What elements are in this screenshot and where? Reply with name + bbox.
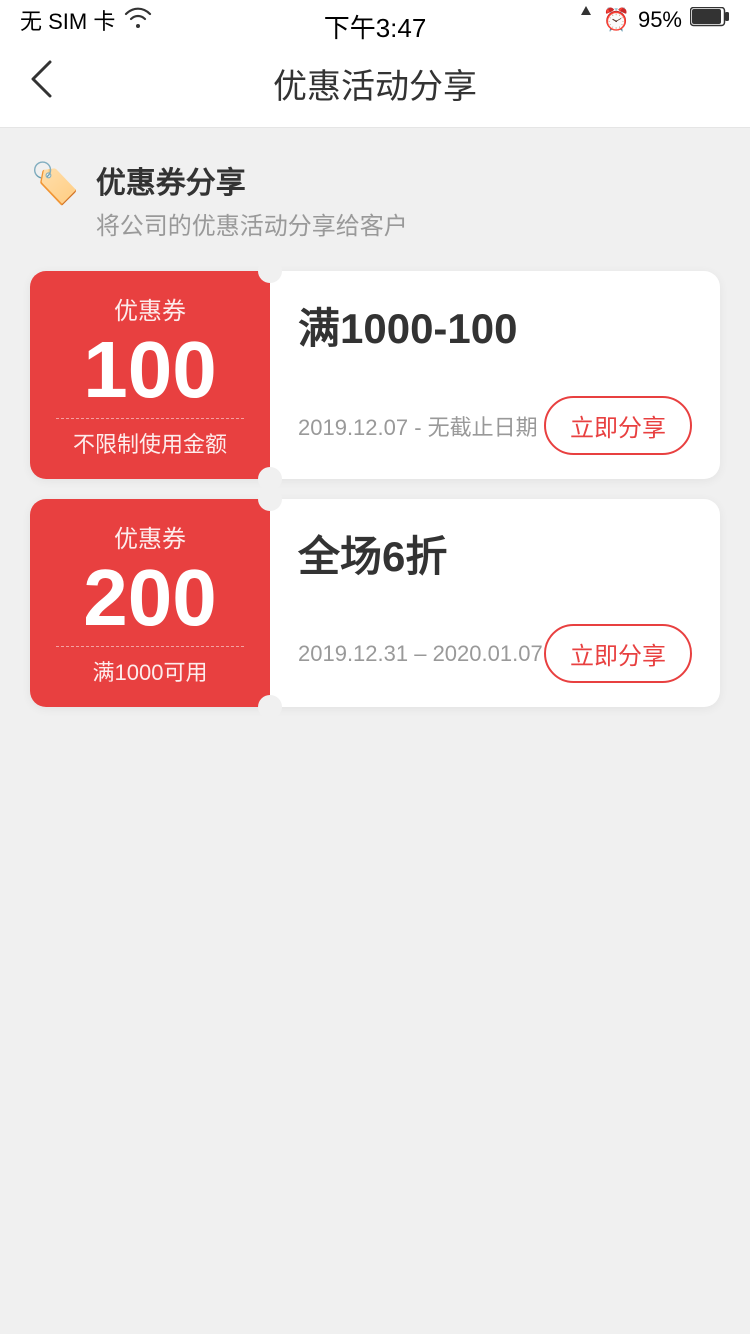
battery-icon (690, 7, 730, 33)
share-button-1[interactable]: 立即分享 (544, 624, 692, 683)
coupon-name-0: 满1000-100 (298, 295, 692, 356)
coupon-amount-0: 100 (83, 330, 216, 410)
coupon-left-0: 优惠券 100 不限制使用金额 (30, 271, 270, 479)
alarm-icon: ⏰ (603, 7, 630, 33)
coupon-condition-0: 不限制使用金额 (73, 427, 227, 459)
section-subtitle: 将公司的优惠活动分享给客户 (96, 206, 408, 241)
wifi-icon (123, 6, 153, 34)
coupon-left-inner-0: 优惠券 100 不限制使用金额 (46, 291, 254, 459)
status-right: ⏰ 95% (577, 6, 730, 34)
empty-area (0, 737, 750, 1237)
coupon-date-0: 2019.12.07 - 无截止日期 (298, 410, 538, 442)
share-button-0[interactable]: 立即分享 (544, 396, 692, 455)
coupon-left-1: 优惠券 200 满1000可用 (30, 499, 270, 707)
location-icon (577, 6, 595, 34)
carrier-text: 无 SIM 卡 (20, 4, 115, 36)
coupon-divider-1 (56, 646, 243, 647)
section-title: 优惠券分享 (96, 158, 408, 202)
coupon-amount-1: 200 (83, 558, 216, 638)
section-header: 🏷️ 优惠券分享 将公司的优惠活动分享给客户 (0, 128, 750, 261)
coupon-condition-1: 满1000可用 (93, 655, 208, 687)
coupons-container: 优惠券 100 不限制使用金额 满1000-100 2019.12.07 - 无… (0, 261, 750, 737)
status-bar: 无 SIM 卡 下午3:47 ⏰ 95% (0, 0, 750, 40)
coupon-section-icon: 🏷️ (30, 160, 80, 207)
scallop-top-0 (258, 259, 282, 283)
coupon-footer-0: 2019.12.07 - 无截止日期 立即分享 (298, 396, 692, 455)
status-left: 无 SIM 卡 (20, 4, 153, 36)
nav-bar: 优惠活动分享 (0, 40, 750, 128)
scallop-top-1 (258, 487, 282, 511)
coupon-right-0: 满1000-100 2019.12.07 - 无截止日期 立即分享 (270, 271, 720, 479)
coupon-card-1: 优惠券 200 满1000可用 全场6折 2019.12.31 – 2020.0… (30, 499, 720, 707)
coupon-left-inner-1: 优惠券 200 满1000可用 (46, 519, 254, 687)
page-title: 优惠活动分享 (273, 59, 477, 108)
battery-text: 95% (638, 7, 682, 33)
coupon-name-1: 全场6折 (298, 523, 692, 584)
coupon-card-wrapper-1: 优惠券 200 满1000可用 全场6折 2019.12.31 – 2020.0… (30, 499, 720, 707)
coupon-type-0: 优惠券 (114, 291, 186, 326)
scallop-bottom-1 (258, 695, 282, 719)
coupon-date-1: 2019.12.31 – 2020.01.07 (298, 641, 543, 667)
coupon-divider-0 (56, 418, 243, 419)
coupon-footer-1: 2019.12.31 – 2020.01.07 立即分享 (298, 624, 692, 683)
coupon-type-1: 优惠券 (114, 519, 186, 554)
coupon-right-1: 全场6折 2019.12.31 – 2020.01.07 立即分享 (270, 499, 720, 707)
section-text-group: 优惠券分享 将公司的优惠活动分享给客户 (96, 158, 408, 241)
back-button[interactable] (30, 60, 52, 107)
coupon-card-0: 优惠券 100 不限制使用金额 满1000-100 2019.12.07 - 无… (30, 271, 720, 479)
coupon-card-wrapper-0: 优惠券 100 不限制使用金额 满1000-100 2019.12.07 - 无… (30, 271, 720, 479)
